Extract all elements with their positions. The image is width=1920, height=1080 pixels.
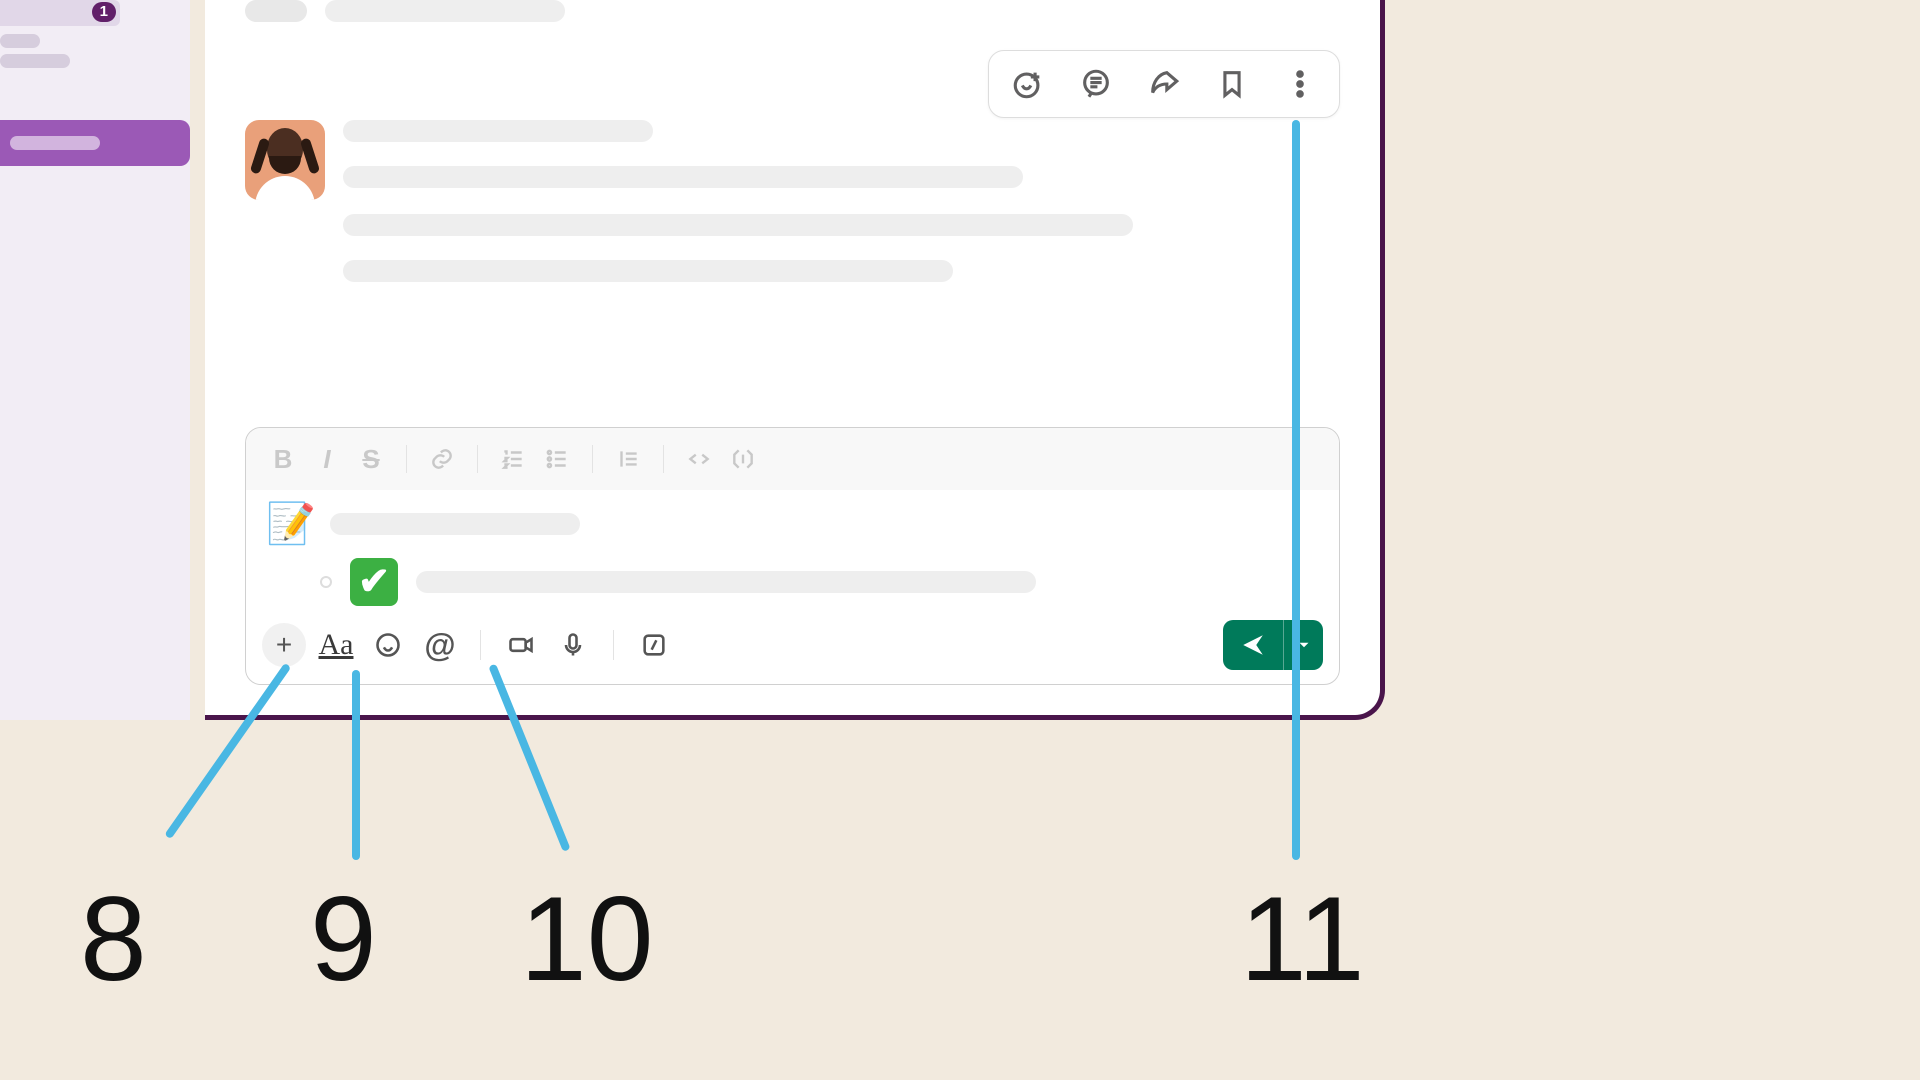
sidebar-item[interactable] (0, 34, 40, 48)
send-button-group (1223, 620, 1323, 670)
formatting-toolbar: B I S (246, 428, 1339, 490)
share-icon[interactable] (1147, 67, 1181, 101)
thread-icon[interactable] (1079, 67, 1113, 101)
sidebar-item-active[interactable] (0, 120, 190, 166)
strike-button[interactable]: S (354, 442, 388, 476)
memo-emoji-icon: 📝 (266, 504, 316, 544)
callout-number: 11 (1240, 870, 1365, 1008)
callout-number: 10 (520, 870, 653, 1008)
draft-text-placeholder (330, 513, 580, 535)
codeblock-button[interactable] (726, 442, 760, 476)
blockquote-button[interactable] (611, 442, 645, 476)
slash-command-button[interactable] (632, 623, 676, 667)
composer-action-bar: + Aa @ (246, 610, 1339, 684)
video-clip-button[interactable] (499, 623, 543, 667)
message-body (343, 120, 1133, 306)
italic-button[interactable]: I (310, 442, 344, 476)
message-hover-toolbar (988, 50, 1340, 118)
unread-badge: 1 (92, 2, 116, 22)
mention-button[interactable]: @ (418, 623, 462, 667)
more-actions-icon[interactable] (1283, 67, 1317, 101)
chat-panel: B I S (205, 0, 1385, 720)
code-button[interactable] (682, 442, 716, 476)
callout-number: 9 (310, 870, 377, 1008)
toggle-formatting-button[interactable]: Aa (314, 623, 358, 667)
bold-button[interactable]: B (266, 442, 300, 476)
link-button[interactable] (425, 442, 459, 476)
sidebar-item[interactable] (0, 54, 70, 68)
send-options-button[interactable] (1283, 620, 1323, 670)
send-button[interactable] (1223, 620, 1283, 670)
checkmark-emoji-icon: ✔ (350, 558, 398, 606)
attach-button[interactable]: + (262, 623, 306, 667)
sidebar-item-label (10, 136, 100, 150)
composer-input[interactable]: 📝 ✔ (246, 490, 1339, 610)
bullet-list-button[interactable] (540, 442, 574, 476)
message-composer: B I S (245, 427, 1340, 685)
message-placeholder (245, 0, 565, 27)
ordered-list-button[interactable] (496, 442, 530, 476)
add-reaction-icon[interactable] (1011, 67, 1045, 101)
callout-number: 8 (80, 870, 147, 1008)
sidebar: 1 (0, 0, 190, 720)
draft-text-placeholder (416, 571, 1036, 593)
callout-line (352, 670, 360, 860)
bullet-icon (320, 576, 332, 588)
bookmark-icon[interactable] (1215, 67, 1249, 101)
message (245, 120, 1133, 306)
audio-clip-button[interactable] (551, 623, 595, 667)
sidebar-item[interactable]: 1 (0, 0, 120, 26)
emoji-button[interactable] (366, 623, 410, 667)
avatar[interactable] (245, 120, 325, 200)
callout-line (1292, 120, 1300, 860)
